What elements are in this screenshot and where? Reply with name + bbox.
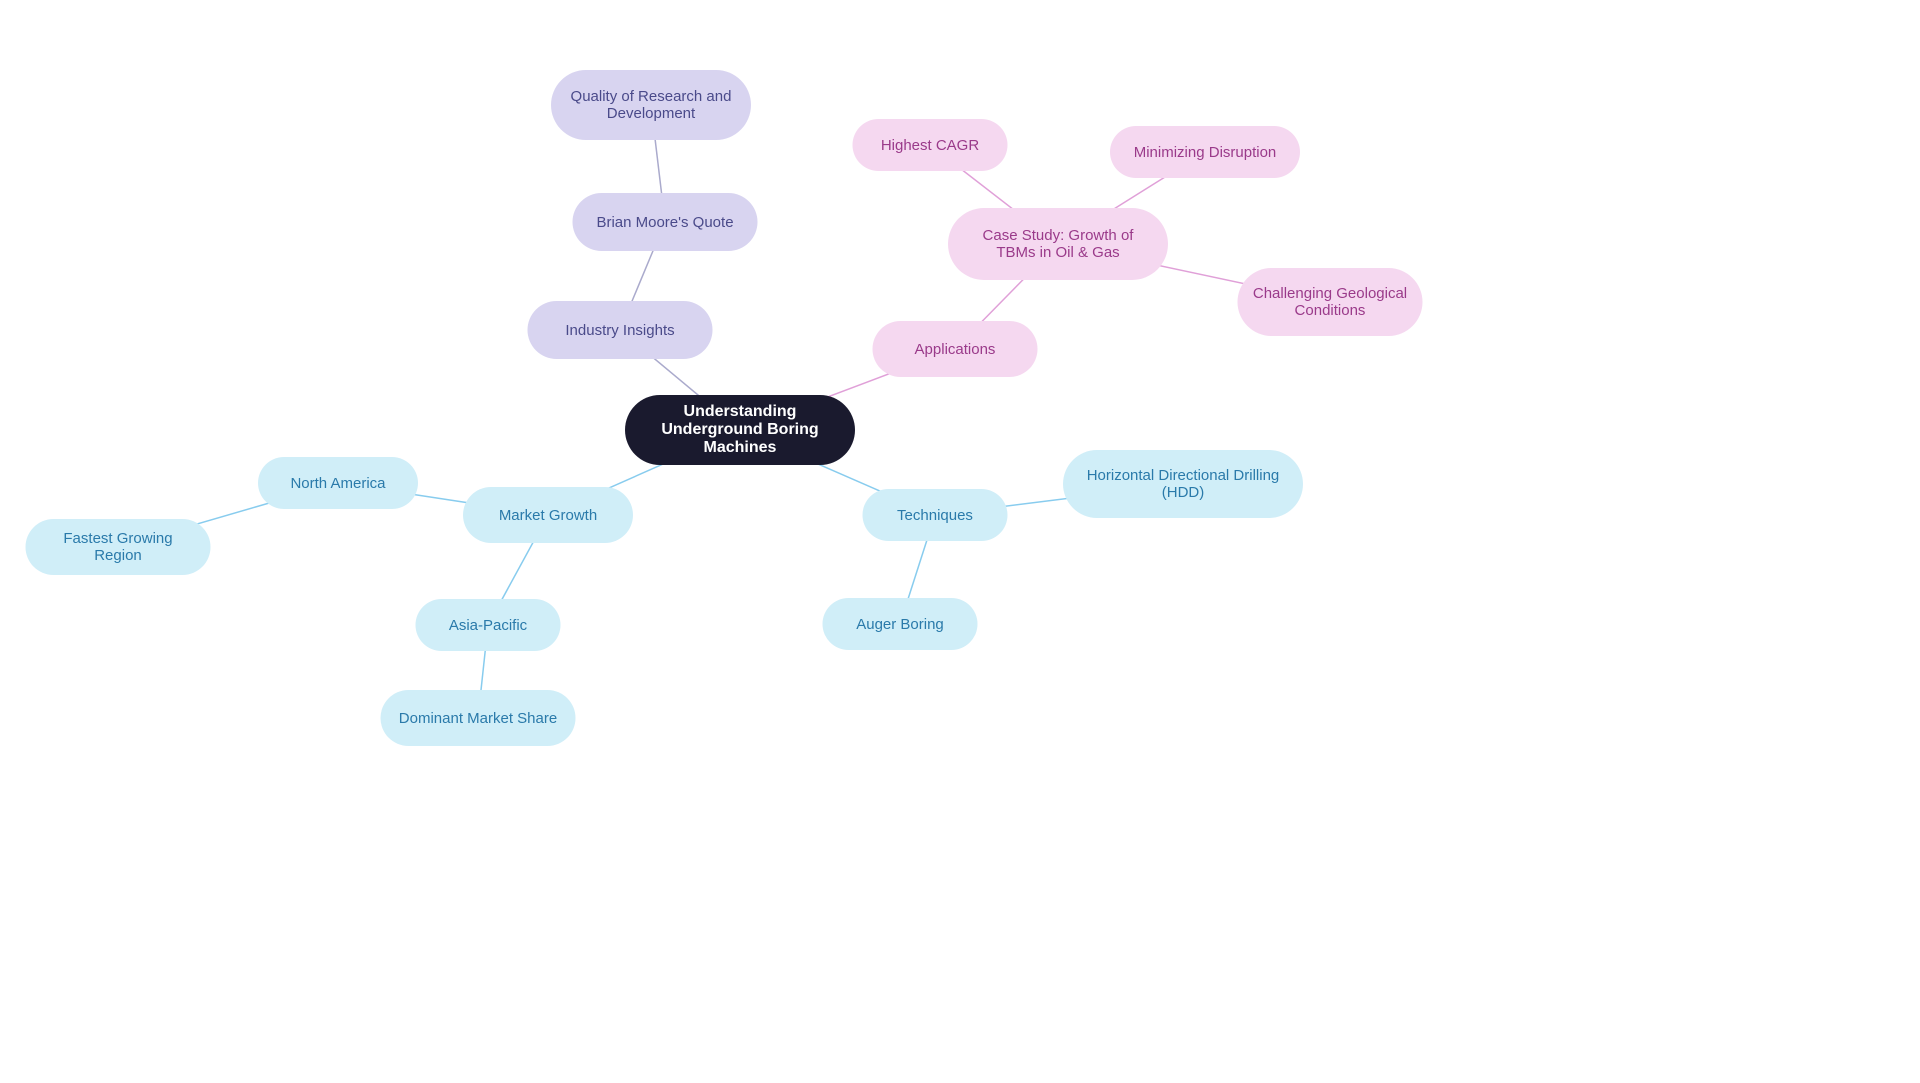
node-techniques: Techniques bbox=[863, 489, 1008, 541]
node-center: Understanding Underground Boring Machine… bbox=[625, 395, 855, 465]
node-fastest_growing: Fastest Growing Region bbox=[26, 519, 211, 575]
node-hdd: Horizontal Directional Drilling (HDD) bbox=[1063, 450, 1303, 518]
node-dominant_market: Dominant Market Share bbox=[381, 690, 576, 746]
node-north_america: North America bbox=[258, 457, 418, 509]
node-highest_cagr: Highest CAGR bbox=[853, 119, 1008, 171]
node-auger_boring: Auger Boring bbox=[823, 598, 978, 650]
node-quality_rd: Quality of Research and Development bbox=[551, 70, 751, 140]
node-asia_pacific: Asia-Pacific bbox=[416, 599, 561, 651]
node-market_growth: Market Growth bbox=[463, 487, 633, 543]
node-brian_moore: Brian Moore's Quote bbox=[573, 193, 758, 251]
node-challenging_geo: Challenging Geological Conditions bbox=[1238, 268, 1423, 336]
node-minimizing_disruption: Minimizing Disruption bbox=[1110, 126, 1300, 178]
node-case_study: Case Study: Growth of TBMs in Oil & Gas bbox=[948, 208, 1168, 280]
node-industry_insights: Industry Insights bbox=[528, 301, 713, 359]
node-applications: Applications bbox=[873, 321, 1038, 377]
mindmap-container: Understanding Underground Boring Machine… bbox=[0, 0, 1920, 1083]
